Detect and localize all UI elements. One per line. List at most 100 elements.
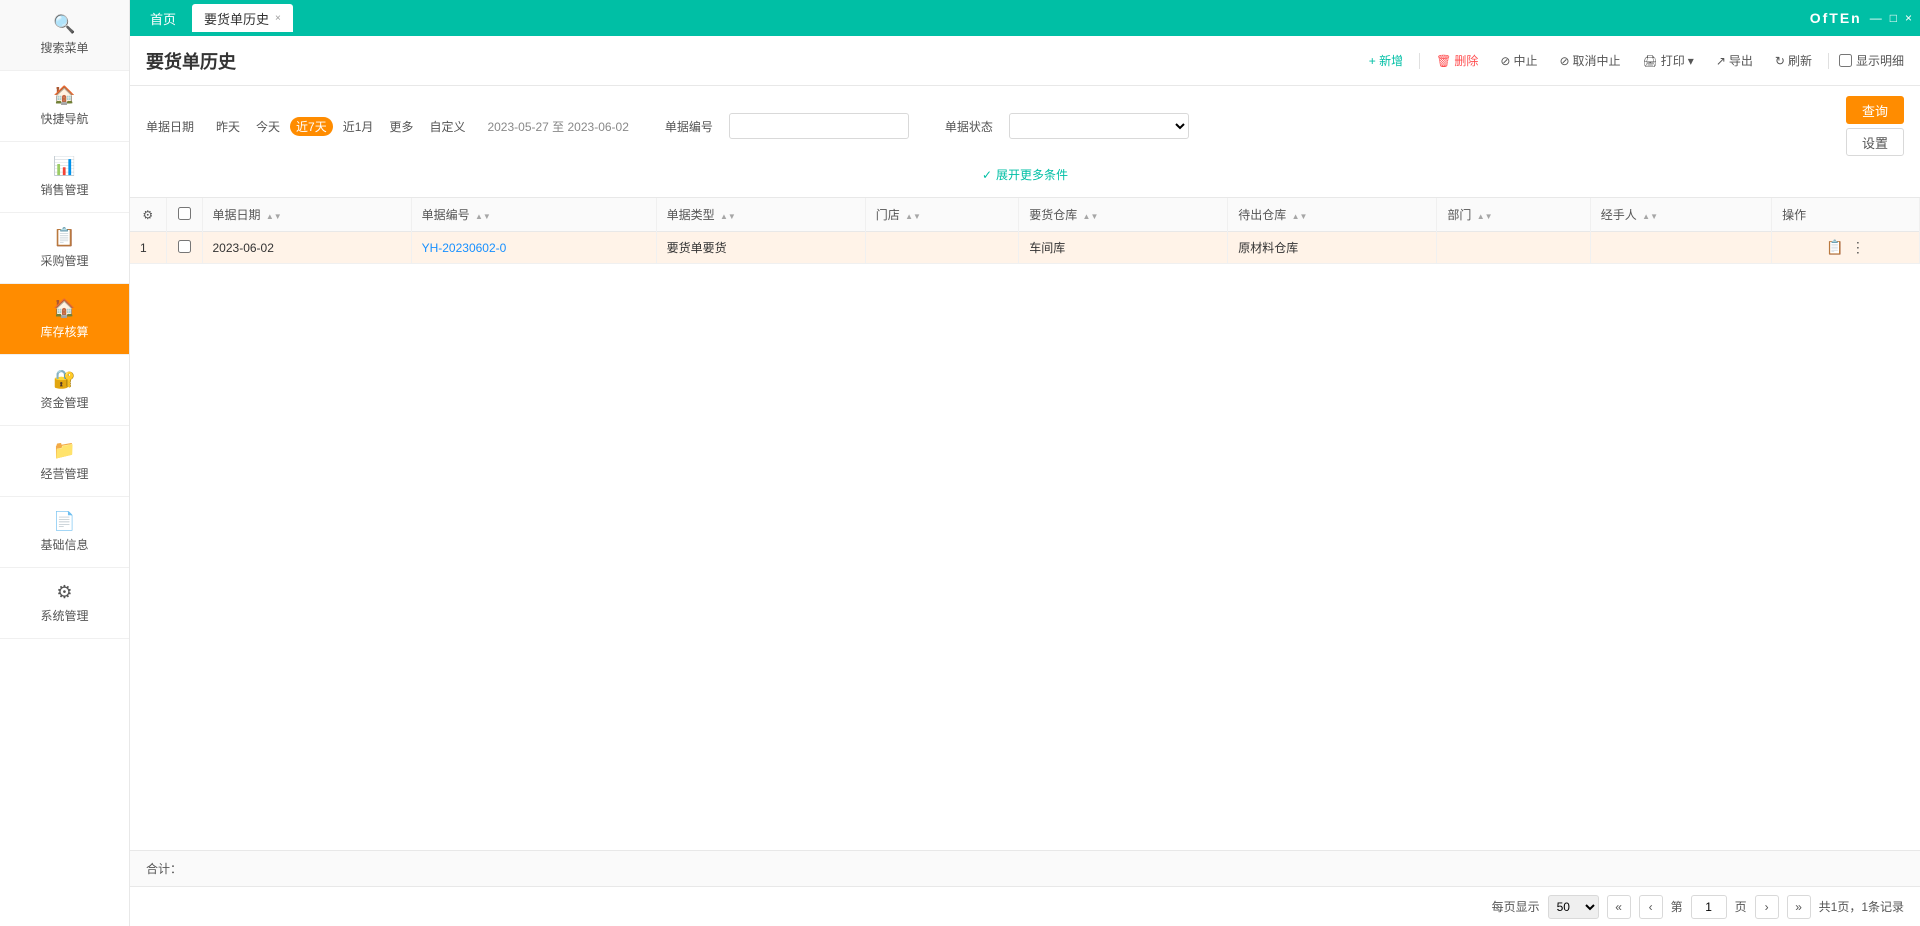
page-title: 要货单历史 [146, 48, 1363, 74]
show-detail-checkbox[interactable] [1839, 54, 1852, 67]
window-maximize[interactable]: □ [1890, 11, 1897, 25]
expand-more-btn[interactable]: ✓ 展开更多条件 [146, 162, 1904, 187]
sidebar-item-purchase[interactable]: 📋 采购管理 [0, 213, 129, 284]
new-button[interactable]: + 新增 [1363, 49, 1409, 72]
sort-date-icon[interactable]: ▲▼ [266, 212, 282, 221]
sort-out-wh-icon[interactable]: ▲▼ [1292, 212, 1308, 221]
sort-billtype-icon[interactable]: ▲▼ [720, 212, 736, 221]
sidebar-item-operations[interactable]: 📁 经营管理 [0, 426, 129, 497]
del-btn-label: 删除 [1454, 52, 1478, 69]
first-page-button[interactable]: « [1607, 895, 1631, 919]
cancel-stop-btn-label: 取消中止 [1573, 52, 1621, 69]
pagination: 每页显示 50 10 20 100 « ‹ 第 页 › » 共1页，1条记录 [130, 886, 1920, 926]
refresh-button[interactable]: ↻ 刷新 [1769, 49, 1818, 72]
bill-no-label: 单据编号 [665, 118, 713, 135]
td-handler [1590, 232, 1771, 264]
sort-billno-icon[interactable]: ▲▼ [475, 212, 491, 221]
topbar-right: OfTEn — □ × [1810, 10, 1912, 26]
expand-more-label: 展开更多条件 [996, 166, 1068, 183]
last-page-button[interactable]: » [1787, 895, 1811, 919]
th-checkbox[interactable] [166, 198, 202, 232]
th-bill-type: 单据类型 ▲▼ [656, 198, 865, 232]
sidebar-item-basicinfo[interactable]: 📄 基础信息 [0, 497, 129, 568]
bill-status-select[interactable] [1009, 113, 1189, 139]
window-minimize[interactable]: — [1870, 11, 1882, 25]
cancel-stop-icon: ⊘ [1559, 54, 1569, 68]
export-button[interactable]: ↗ 导出 [1710, 49, 1759, 72]
delete-button[interactable]: 🗑 删除 [1430, 49, 1484, 72]
table-container: ⚙ 单据日期 ▲▼ 单据编号 ▲▼ 单据类型 ▲▼ [130, 198, 1920, 850]
th-store: 门店 ▲▼ [865, 198, 1018, 232]
show-detail-checkbox-label[interactable]: 显示明细 [1839, 52, 1904, 69]
page-label: 第 [1671, 898, 1683, 915]
bill-status-label: 单据状态 [945, 118, 993, 135]
page-header: 要货单历史 + 新增 🗑 删除 ⊘ 中止 ⊘ 取消中止 [130, 36, 1920, 86]
folder-icon: 📁 [53, 440, 75, 461]
home-icon: 🏠 [53, 85, 75, 106]
select-all-checkbox[interactable] [178, 207, 191, 220]
sidebar-item-label: 资金管理 [40, 394, 88, 411]
refresh-icon: ↻ [1775, 54, 1785, 68]
total-info: 共1页，1条记录 [1819, 898, 1904, 915]
row-more-icon[interactable]: ⋮ [1851, 239, 1865, 255]
toolbar: + 新增 🗑 删除 ⊘ 中止 ⊘ 取消中止 🖨 打印 [1363, 49, 1904, 72]
date-filter-label: 单据日期 [146, 118, 194, 135]
bill-no-input[interactable] [729, 113, 909, 139]
prev-page-button[interactable]: ‹ [1639, 895, 1663, 919]
th-department: 部门 ▲▼ [1437, 198, 1590, 232]
td-bill-no: YH-20230602-0 [411, 232, 656, 264]
sort-dept-icon[interactable]: ▲▼ [1477, 212, 1493, 221]
th-settings[interactable]: ⚙ [130, 198, 166, 232]
cancel-stop-button[interactable]: ⊘ 取消中止 [1553, 49, 1626, 72]
date-option-custom[interactable]: 自定义 [423, 117, 471, 136]
sidebar-item-finance[interactable]: 🔐 资金管理 [0, 355, 129, 426]
window-close[interactable]: × [1905, 11, 1912, 25]
date-option-yesterday[interactable]: 昨天 [210, 117, 246, 136]
td-req-warehouse: 车间库 [1019, 232, 1228, 264]
page-number-input[interactable] [1691, 895, 1727, 919]
print-button[interactable]: 🖨 打印 ▾ [1637, 49, 1700, 72]
date-option-7days[interactable]: 近7天 [290, 117, 333, 136]
main-area: 首页 要货单历史 × OfTEn — □ × 要货单历史 + 新增 🗑 删除 [130, 0, 1920, 926]
new-btn-label: + 新增 [1369, 52, 1403, 69]
td-bill-type: 要货单要货 [656, 232, 865, 264]
sidebar-item-sales[interactable]: 📊 销售管理 [0, 142, 129, 213]
chart-icon: 📊 [53, 156, 75, 177]
tab-home[interactable]: 首页 [138, 4, 188, 32]
date-option-more[interactable]: 更多 [383, 117, 419, 136]
date-options: 昨天 今天 近7天 近1月 更多 自定义 [210, 117, 471, 136]
table-footer: 合计： [130, 850, 1920, 886]
query-button[interactable]: 查询 [1846, 96, 1904, 124]
sidebar-item-label: 库存核算 [40, 323, 88, 340]
filter-row-1: 单据日期 昨天 今天 近7天 近1月 更多 自定义 2023-05-27 至 2… [146, 96, 1904, 156]
toolbar-divider-1 [1419, 53, 1420, 69]
next-page-button[interactable]: › [1755, 895, 1779, 919]
sidebar-item-quicknav[interactable]: 🏠 快捷导航 [0, 71, 129, 142]
tab-home-label: 首页 [150, 9, 176, 28]
setting-button[interactable]: 设置 [1846, 128, 1904, 156]
sort-handler-icon[interactable]: ▲▼ [1642, 212, 1658, 221]
page-unit: 页 [1735, 898, 1747, 915]
stop-button[interactable]: ⊘ 中止 [1494, 49, 1543, 72]
tab-bill-history[interactable]: 要货单历史 × [192, 4, 293, 32]
sidebar-item-label: 销售管理 [40, 181, 88, 198]
row-edit-icon[interactable]: 📋 [1826, 239, 1843, 255]
sort-req-wh-icon[interactable]: ▲▼ [1083, 212, 1099, 221]
print-btn-label: 打印 [1661, 52, 1685, 69]
date-range-display: 2023-05-27 至 2023-06-02 [487, 118, 628, 135]
page-size-select[interactable]: 50 10 20 100 [1548, 895, 1599, 919]
td-checkbox[interactable] [166, 232, 202, 264]
del-icon: 🗑 [1436, 54, 1451, 68]
close-tab-icon[interactable]: × [275, 13, 281, 24]
sidebar-item-search[interactable]: 🔍 搜索菜单 [0, 0, 129, 71]
bill-no-link[interactable]: YH-20230602-0 [422, 241, 507, 255]
row-checkbox[interactable] [178, 240, 191, 253]
sort-store-icon[interactable]: ▲▼ [905, 212, 921, 221]
sidebar-item-system[interactable]: ⚙ 系统管理 [0, 568, 129, 639]
show-detail-label: 显示明细 [1856, 52, 1904, 69]
date-option-1month[interactable]: 近1月 [337, 117, 380, 136]
date-option-today[interactable]: 今天 [250, 117, 286, 136]
sidebar-item-inventory[interactable]: 🏠 库存核算 [0, 284, 129, 355]
inventory-icon: 🏠 [53, 298, 75, 319]
td-date: 2023-06-02 [202, 232, 411, 264]
